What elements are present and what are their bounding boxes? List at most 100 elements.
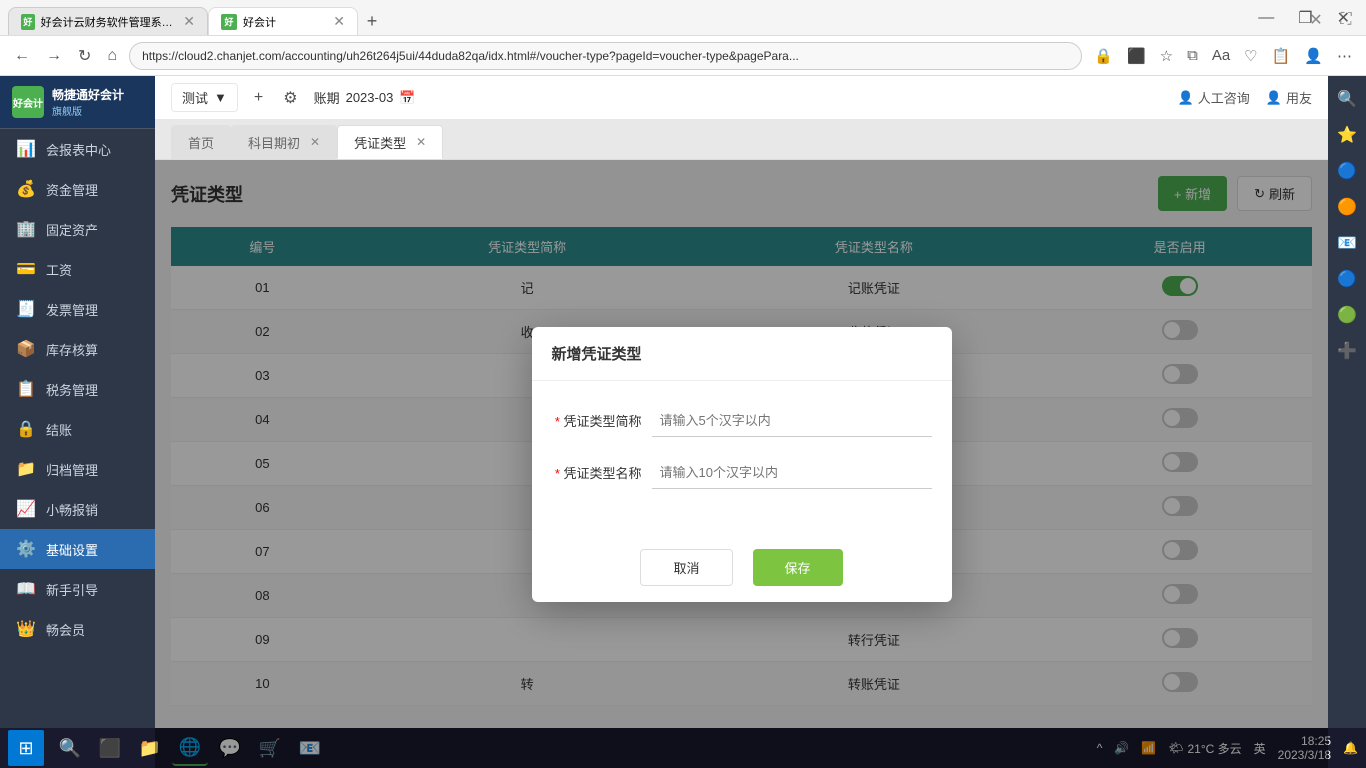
address-input[interactable] [129,42,1082,70]
right-panel-email-icon[interactable]: 📧 [1332,228,1362,258]
consult-label: 人工咨询 [1198,88,1250,107]
logo-badge: 旗舰版 [52,103,124,118]
browser-tab-2[interactable]: 好 好会计 ✕ [208,7,358,35]
right-panel-search-icon[interactable]: 🔍 [1332,84,1362,114]
period-display: 账期 2023-03 📅 [314,88,416,107]
sidebar-label-inventory: 库存核算 [46,340,98,359]
tax-icon: 📋 [16,379,36,399]
company-select[interactable]: 测试 ▼ [171,83,238,112]
right-panel-circle1-icon[interactable]: 🔵 [1332,156,1362,186]
guide-icon: 📖 [16,579,36,599]
back-button[interactable]: ← [10,43,34,69]
user-avatar-icon: 👤 [1266,90,1282,106]
sidebar-label-report: 小畅报销 [46,500,98,519]
menu-icon[interactable]: ⋯ [1333,43,1356,69]
app-topbar: 测试 ▼ + ⚙ 账期 2023-03 📅 👤 人工咨询 👤 用友 [155,76,1328,120]
tab-subjects[interactable]: 科目期初 ✕ [231,125,337,159]
taskbar-taskview[interactable]: ⬛ [92,730,128,766]
tab-home[interactable]: 首页 [171,125,231,159]
sidebar-item-salary[interactable]: 💳 工资 [0,249,155,289]
report-icon: 📈 [16,499,36,519]
browser-tab-1[interactable]: 好 好会计云财务软件管理系统_会计 ✕ [8,7,208,35]
form-input-name[interactable] [652,457,932,489]
sidebar-item-invoice[interactable]: 🧾 发票管理 [0,289,155,329]
profile-icon[interactable]: 👤 [1300,43,1327,69]
right-panel-green-icon[interactable]: 🟢 [1332,300,1362,330]
logo-text: 畅捷通好会计 [52,86,124,103]
extensions-icon[interactable]: ⬛ [1123,43,1150,69]
right-panel: 🔍 ⭐ 🔵 🟠 📧 🔵 🟢 ➕ [1328,76,1366,768]
tab-subjects-label: 科目期初 [248,133,300,152]
sidebar-label-finance: 资金管理 [46,180,98,199]
right-panel-star-icon[interactable]: ⭐ [1332,120,1362,150]
split-icon[interactable]: ⧉ [1183,43,1202,68]
sidebar-item-member[interactable]: 👑 畅会员 [0,609,155,649]
app-container: 好会计 畅捷通好会计 旗舰版 📊 会报表中心 💰 资金管理 🏢 固定资产 💳 工… [0,76,1366,768]
user-button[interactable]: 👤 用友 [1266,88,1312,107]
sidebar-item-archive[interactable]: 📁 归档管理 [0,449,155,489]
tab-close-1[interactable]: ✕ [183,13,195,30]
favorites-icon[interactable]: ♡ [1240,43,1261,69]
sidebar-item-guide[interactable]: 📖 新手引导 [0,569,155,609]
tab-voucher-type-close[interactable]: ✕ [416,135,426,149]
sidebar-label-settings: 基础设置 [46,540,98,559]
taskbar-notification-bell[interactable]: 🔔 [1343,741,1358,755]
form-row-name: 凭证类型名称 [552,457,932,489]
collections-icon[interactable]: 📋 [1268,43,1295,69]
checkout-icon: 🔒 [16,419,36,439]
tab-label-2: 好会计 [243,14,276,30]
right-panel-add-icon[interactable]: ➕ [1332,336,1362,366]
sidebar-item-settings[interactable]: ⚙️ 基础设置 [0,529,155,569]
tab-label-1: 好会计云财务软件管理系统_会计 [41,14,178,30]
reader-icon[interactable]: Aa [1208,43,1234,68]
modal-overlay[interactable]: 新增凭证类型 凭证类型简称 凭证类型名称 取消 [155,160,1328,768]
toolbar-icons: 🔒 ⬛ ☆ ⧉ Aa ♡ 📋 👤 ⋯ [1090,43,1356,69]
calendar-icon: 📅 [399,90,415,106]
period-label: 账期 [314,88,340,107]
sidebar-item-report[interactable]: 📈 小畅报销 [0,489,155,529]
sidebar-label-salary: 工资 [46,260,72,279]
start-button[interactable]: ⊞ [8,730,44,766]
company-dropdown-icon: ▼ [214,90,227,105]
consult-button[interactable]: 👤 人工咨询 [1178,88,1250,107]
settings-icon: ⚙️ [16,539,36,559]
topbar-right: 👤 人工咨询 👤 用友 [1178,88,1312,107]
sidebar-label-assets: 固定资产 [46,220,98,239]
tab-subjects-close[interactable]: ✕ [310,135,320,149]
tab-voucher-type[interactable]: 凭证类型 ✕ [337,125,443,159]
sidebar-item-tax[interactable]: 📋 税务管理 [0,369,155,409]
modal-body: 凭证类型简称 凭证类型名称 [532,381,952,533]
dashboard-icon: 📊 [16,139,36,159]
minimize-button[interactable]: — [1250,7,1282,29]
tab-close-2[interactable]: ✕ [333,13,345,30]
sidebar-item-inventory[interactable]: 📦 库存核算 [0,329,155,369]
form-input-short[interactable] [652,405,932,437]
sidebar: 好会计 畅捷通好会计 旗舰版 📊 会报表中心 💰 资金管理 🏢 固定资产 💳 工… [0,76,155,768]
forward-button[interactable]: → [42,43,66,69]
cancel-button[interactable]: 取消 [640,549,732,586]
company-name: 测试 [182,88,208,107]
new-tab-button[interactable]: + [358,7,386,35]
browser-title-bar: 好 好会计云财务软件管理系统_会计 ✕ 好 好会计 ✕ + — ❐ ✕ [0,0,1366,36]
sidebar-label-guide: 新手引导 [46,580,98,599]
security-icon: 🔒 [1090,43,1117,69]
logo-info: 畅捷通好会计 旗舰版 [52,86,124,118]
period-value: 2023-03 [346,90,394,105]
right-panel-orange-icon[interactable]: 🟠 [1332,192,1362,222]
content-tabs: 首页 科目期初 ✕ 凭证类型 ✕ ✕ ⛶ [155,120,1328,160]
sidebar-item-assets[interactable]: 🏢 固定资产 [0,209,155,249]
taskbar-search[interactable]: 🔍 [52,730,88,766]
home-button[interactable]: ⌂ [103,43,121,69]
add-company-btn[interactable]: + [250,85,267,111]
bookmark-icon[interactable]: ☆ [1156,43,1177,69]
sidebar-item-dashboard[interactable]: 📊 会报表中心 [0,129,155,169]
sidebar-item-finance[interactable]: 💰 资金管理 [0,169,155,209]
refresh-nav-button[interactable]: ↻ [74,42,95,70]
settings-btn[interactable]: ⚙ [279,84,301,112]
browser-tabs: 好 好会计云财务软件管理系统_会计 ✕ 好 好会计 ✕ + [8,0,1250,35]
save-button[interactable]: 保存 [753,549,843,586]
sidebar-item-checkout[interactable]: 🔒 结账 [0,409,155,449]
right-panel-circle2-icon[interactable]: 🔵 [1332,264,1362,294]
assets-icon: 🏢 [16,219,36,239]
form-label-short: 凭证类型简称 [552,411,652,430]
